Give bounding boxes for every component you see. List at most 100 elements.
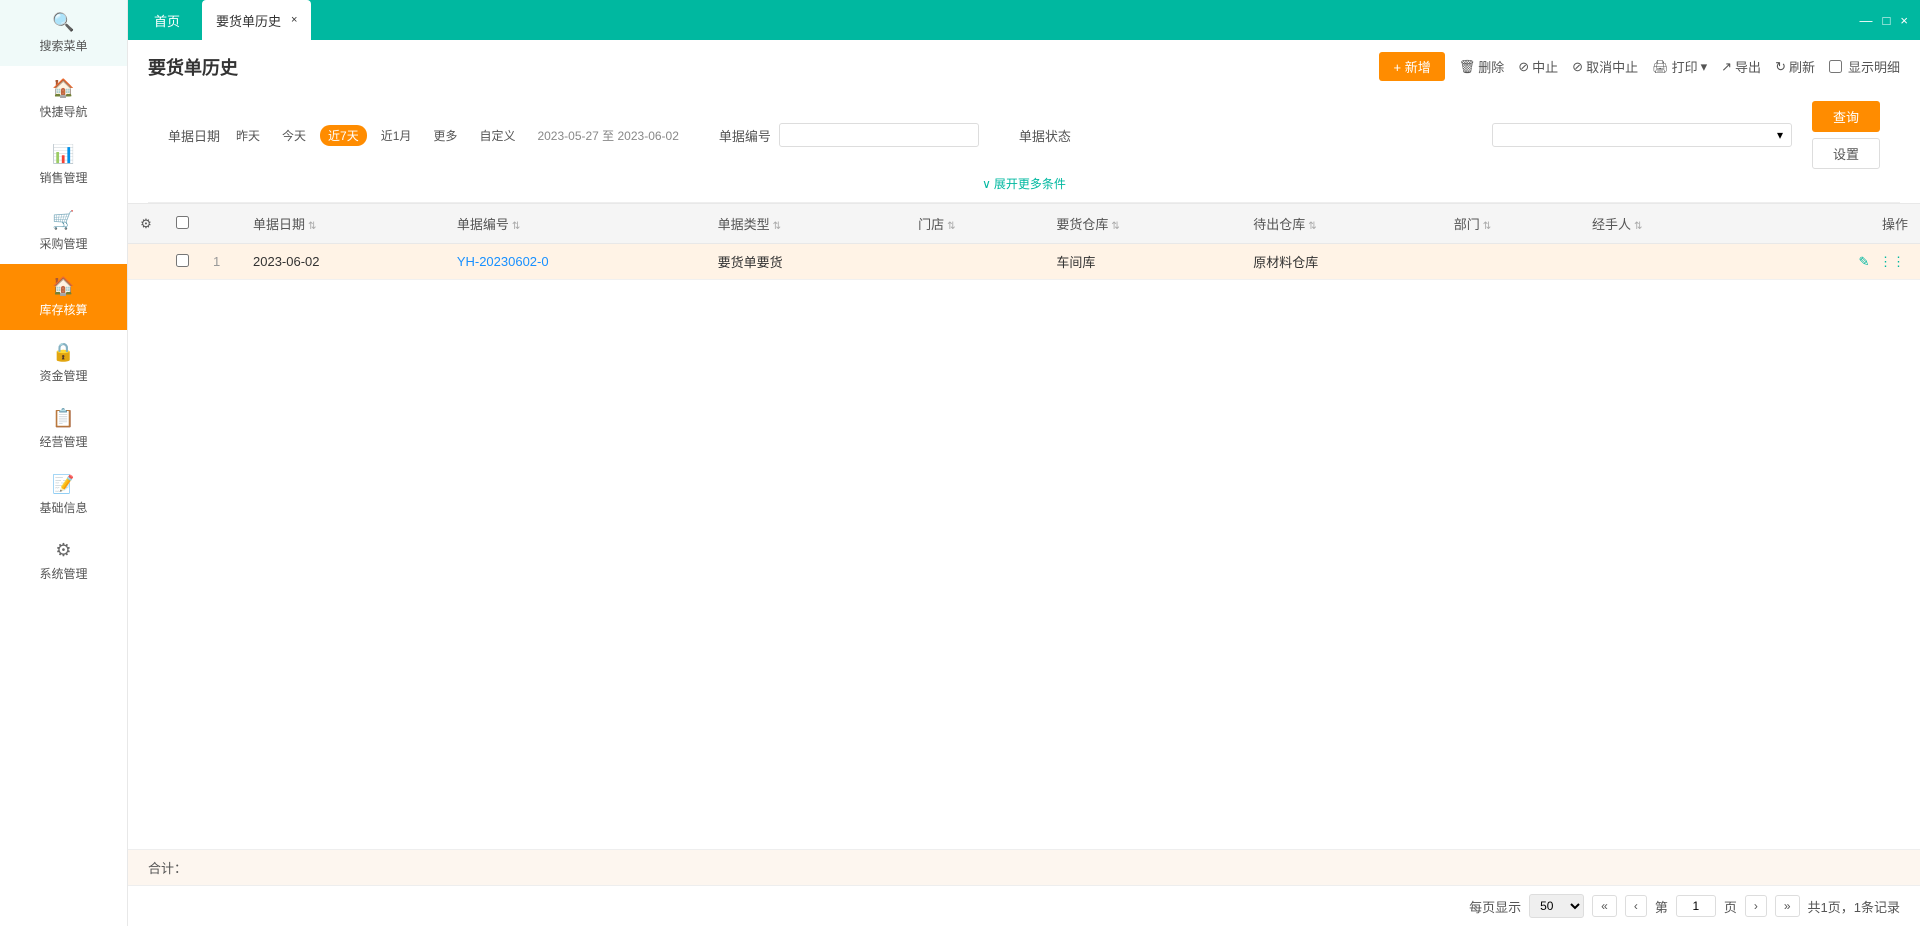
row-req-warehouse-0: 车间库 xyxy=(1044,244,1241,280)
purchase-icon: 🛒 xyxy=(52,210,74,231)
delete-icon: 🗑 xyxy=(1459,59,1476,75)
show-detail-checkbox[interactable]: 显示明细 xyxy=(1829,57,1900,76)
docno-input[interactable] xyxy=(779,123,979,147)
filter-row-1: 单据日期 昨天 今天 近7天 近1月 更多 自定义 2023-05-27 至 2… xyxy=(168,101,1880,169)
show-detail-input[interactable] xyxy=(1829,60,1842,73)
sidebar-item-sales[interactable]: 📊销售管理 xyxy=(0,132,127,198)
sidebar-label-search: 搜索菜单 xyxy=(39,37,87,54)
col-department[interactable]: 部门⇅ xyxy=(1442,204,1580,244)
docno-filter-group: 单据编号 xyxy=(719,123,979,147)
filter-area: 单据日期 昨天 今天 近7天 近1月 更多 自定义 2023-05-27 至 2… xyxy=(148,91,1900,203)
topbar: 首页 要货单历史 × — □ × xyxy=(128,0,1920,40)
refresh-icon: ↻ xyxy=(1775,59,1786,75)
row-handler-0 xyxy=(1580,244,1748,280)
next-page-btn[interactable]: › xyxy=(1745,895,1767,917)
date-shortcuts: 昨天 今天 近7天 近1月 更多 自定义 xyxy=(228,125,523,146)
tab-close-icon[interactable]: × xyxy=(291,14,297,26)
search-icon: 🔍 xyxy=(52,12,74,33)
col-settings[interactable]: ⚙ xyxy=(128,204,164,244)
row-more-btn-0[interactable]: ⋮⋮ xyxy=(1879,254,1905,269)
main-area: 首页 要货单历史 × — □ × 要货单历史 + 新增 🗑 删除 xyxy=(128,0,1920,926)
expand-more-button[interactable]: ∨ 展开更多条件 xyxy=(982,175,1066,192)
minimize-btn[interactable]: — xyxy=(1860,13,1873,28)
col-doctype[interactable]: 单据类型⇅ xyxy=(706,204,906,244)
docstatus-filter-label: 单据状态 xyxy=(1019,126,1071,145)
row-wait-warehouse-0: 原材料仓库 xyxy=(1241,244,1441,280)
sidebar-label-base: 基础信息 xyxy=(39,499,87,516)
summary-label: 合计： xyxy=(148,861,187,876)
refresh-button[interactable]: ↻ 刷新 xyxy=(1775,57,1815,76)
sidebar-item-system[interactable]: ⚙ 系统管理 xyxy=(0,528,127,594)
per-page-select[interactable]: 50 100 200 xyxy=(1529,894,1584,918)
sidebar: 🔍 搜索菜单 🏠快捷导航📊销售管理 🛒 采购管理 🏠库存核算🔒资金管理📋经营管理📝基础信息… xyxy=(0,0,128,926)
maximize-btn[interactable]: □ xyxy=(1883,13,1891,28)
table-row: 1 2023-06-02 YH-20230602-0 要货单要货 车间库 原材料… xyxy=(128,244,1920,280)
date-btn-more[interactable]: 更多 xyxy=(425,125,465,146)
col-store[interactable]: 门店⇅ xyxy=(906,204,1044,244)
row-checkbox-0[interactable] xyxy=(176,254,189,267)
row-action-0: ✎ ⋮⋮ xyxy=(1748,244,1920,280)
filter-settings-button[interactable]: 设置 xyxy=(1812,138,1880,169)
sidebar-label-purchase: 采购管理 xyxy=(39,235,87,252)
sidebar-label-quicknav: 快捷导航 xyxy=(39,103,87,120)
query-button[interactable]: 查询 xyxy=(1812,101,1880,132)
last-page-btn[interactable]: » xyxy=(1775,895,1800,917)
delete-button[interactable]: 🗑 删除 xyxy=(1459,57,1505,76)
sales-icon: 📊 xyxy=(52,144,74,165)
sidebar-item-operation[interactable]: 📋经营管理 xyxy=(0,396,127,462)
home-tab-label: 首页 xyxy=(154,11,180,30)
query-btn-wrap: 查询 设置 xyxy=(1812,101,1880,169)
docstatus-filter-group: 单据状态 ▾ xyxy=(1019,123,1792,147)
col-req-warehouse[interactable]: 要货仓库⇅ xyxy=(1044,204,1241,244)
table-body: 1 2023-06-02 YH-20230602-0 要货单要货 车间库 原材料… xyxy=(128,244,1920,280)
sidebar-item-finance[interactable]: 🔒资金管理 xyxy=(0,330,127,396)
row-doctype-0: 要货单要货 xyxy=(706,244,906,280)
col-docno[interactable]: 单据编号⇅ xyxy=(445,204,706,244)
print-button[interactable]: 🖨 打印 ▾ xyxy=(1652,57,1707,76)
docstatus-select[interactable]: ▾ xyxy=(1492,123,1792,147)
page-number-input[interactable] xyxy=(1676,895,1716,917)
docno-filter-label: 单据编号 xyxy=(719,126,771,145)
table-header-row: ⚙ 单据日期⇅ 单据编号⇅ 单据类型⇅ 门店⇅ 要货仓库⇅ 待出仓库⇅ 部门⇅ … xyxy=(128,204,1920,244)
tab-active[interactable]: 要货单历史 × xyxy=(202,0,311,40)
page-suffix: 页 xyxy=(1724,897,1737,916)
sidebar-item-inventory[interactable]: 🏠库存核算 xyxy=(0,264,127,330)
pagination: 每页显示 50 100 200 « ‹ 第 页 › » 共1页，1条记录 xyxy=(128,885,1920,926)
sidebar-item-quicknav[interactable]: 🏠快捷导航 xyxy=(0,66,127,132)
row-edit-btn-0[interactable]: ✎ xyxy=(1858,254,1869,269)
date-btn-yesterday[interactable]: 昨天 xyxy=(228,125,268,146)
system-icon: ⚙ xyxy=(55,540,71,561)
date-btn-7days[interactable]: 近7天 xyxy=(320,125,367,146)
first-page-btn[interactable]: « xyxy=(1592,895,1617,917)
date-filter-group: 单据日期 昨天 今天 近7天 近1月 更多 自定义 2023-05-27 至 2… xyxy=(168,125,679,146)
prev-page-btn[interactable]: ‹ xyxy=(1625,895,1647,917)
stop-button[interactable]: ⊘ 中止 xyxy=(1518,57,1558,76)
col-date[interactable]: 单据日期⇅ xyxy=(241,204,445,244)
new-button[interactable]: + 新增 xyxy=(1379,52,1444,81)
stop-icon: ⊘ xyxy=(1518,59,1529,75)
date-btn-1month[interactable]: 近1月 xyxy=(373,125,420,146)
sidebar-item-base[interactable]: 📝基础信息 xyxy=(0,462,127,528)
page-title-bar: 要货单历史 + 新增 🗑 删除 ⊘ 中止 ⊘ 取消中止 xyxy=(148,52,1900,91)
select-all-checkbox[interactable] xyxy=(176,216,189,229)
date-btn-today[interactable]: 今天 xyxy=(274,125,314,146)
window-close-btn[interactable]: × xyxy=(1900,13,1908,28)
sidebar-item-purchase[interactable]: 🛒 采购管理 xyxy=(0,198,127,264)
page-content: 要货单历史 + 新增 🗑 删除 ⊘ 中止 ⊘ 取消中止 xyxy=(128,40,1920,926)
expand-more-row: ∨ 展开更多条件 xyxy=(168,169,1880,194)
finance-icon: 🔒 xyxy=(52,342,74,363)
sidebar-item-search[interactable]: 🔍 搜索菜单 xyxy=(0,0,127,66)
export-button[interactable]: ↗ 导出 xyxy=(1721,57,1761,76)
col-wait-warehouse[interactable]: 待出仓库⇅ xyxy=(1241,204,1441,244)
tab-home[interactable]: 首页 xyxy=(140,0,194,40)
date-btn-custom[interactable]: 自定义 xyxy=(471,125,523,146)
col-handler[interactable]: 经手人⇅ xyxy=(1580,204,1748,244)
cancel-stop-button[interactable]: ⊘ 取消中止 xyxy=(1572,57,1638,76)
row-checkbox-cell xyxy=(164,244,201,280)
sidebar-label-system: 系统管理 xyxy=(39,565,87,582)
table-wrap: ⚙ 单据日期⇅ 单据编号⇅ 单据类型⇅ 门店⇅ 要货仓库⇅ 待出仓库⇅ 部门⇅ … xyxy=(128,204,1920,849)
print-chevron-icon: ▾ xyxy=(1701,59,1708,75)
date-range-display: 2023-05-27 至 2023-06-02 xyxy=(537,127,678,144)
col-num xyxy=(201,204,241,244)
row-department-0 xyxy=(1442,244,1580,280)
